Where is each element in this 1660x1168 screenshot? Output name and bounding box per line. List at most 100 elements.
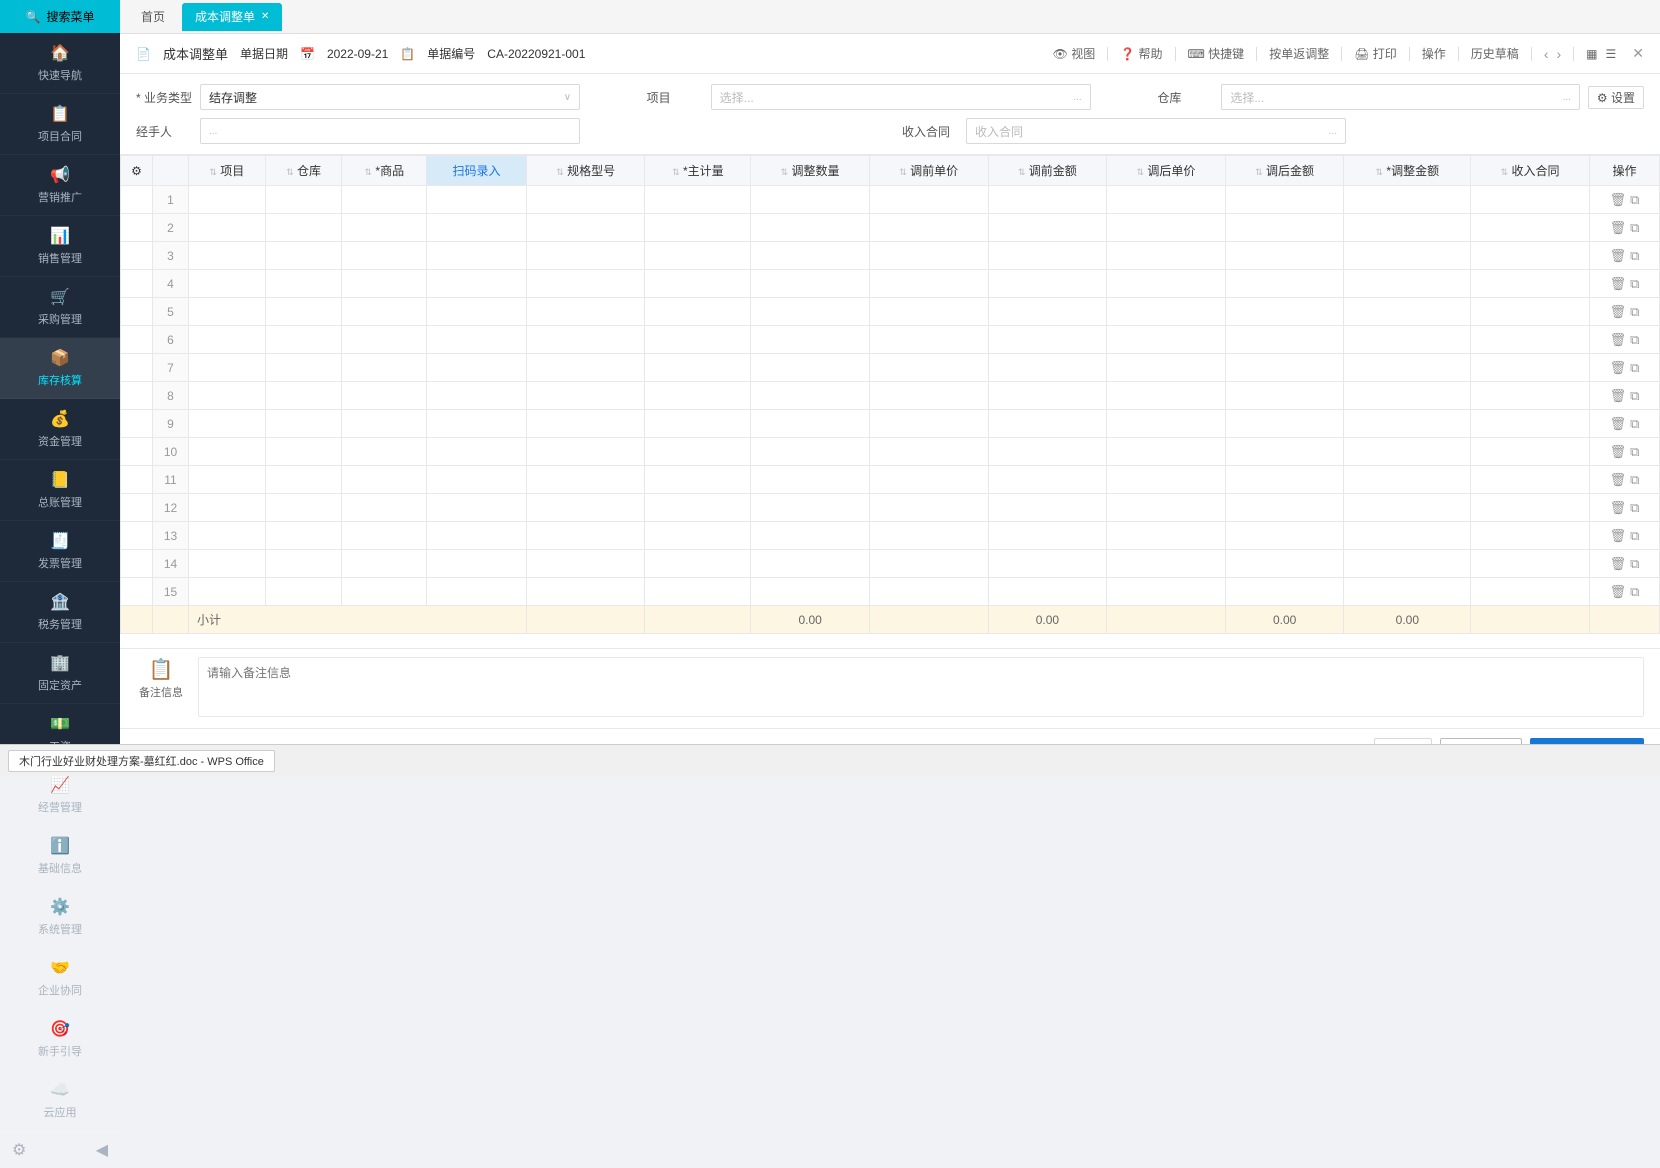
remark-icon-box[interactable]: 📋 备注信息 — [136, 657, 186, 700]
cell[interactable] — [988, 550, 1107, 578]
cell[interactable] — [427, 382, 527, 410]
cell[interactable] — [427, 522, 527, 550]
cell[interactable] — [265, 186, 342, 214]
sidebar-item-purchase-mgmt[interactable]: 🛒 采购管理 — [0, 277, 120, 338]
copy-icon[interactable]: ⧉ — [1630, 528, 1639, 544]
col-adj-amount[interactable]: ⇅ *调整金额 — [1344, 156, 1471, 186]
cell[interactable] — [265, 522, 342, 550]
sidebar-item-tax-mgmt[interactable]: 🏦 税务管理 — [0, 582, 120, 643]
copy-icon[interactable]: ⧉ — [1630, 360, 1639, 376]
copy-icon[interactable]: ⧉ — [1630, 388, 1639, 404]
delete-icon[interactable]: 🗑 — [1610, 388, 1627, 404]
cell[interactable] — [342, 494, 427, 522]
cell[interactable] — [869, 214, 988, 242]
cell[interactable] — [1471, 578, 1590, 606]
operations-btn[interactable]: 操作 — [1422, 45, 1446, 62]
cell[interactable] — [988, 242, 1107, 270]
cell[interactable] — [189, 270, 266, 298]
cell[interactable] — [1344, 382, 1471, 410]
cell[interactable] — [751, 438, 870, 466]
cell[interactable] — [265, 438, 342, 466]
cell[interactable] — [751, 578, 870, 606]
cell[interactable] — [526, 438, 645, 466]
cell[interactable] — [189, 214, 266, 242]
cell[interactable] — [427, 326, 527, 354]
delete-icon[interactable]: 🗑 — [1610, 248, 1627, 264]
cell[interactable] — [751, 494, 870, 522]
grid-view-btn[interactable]: ▦ — [1586, 47, 1597, 61]
cell[interactable] — [265, 242, 342, 270]
cell[interactable] — [645, 298, 751, 326]
cell[interactable] — [189, 326, 266, 354]
cell[interactable] — [645, 326, 751, 354]
cell[interactable] — [751, 382, 870, 410]
cell[interactable] — [751, 466, 870, 494]
sidebar-item-basic-info[interactable]: ℹ️ 基础信息 — [0, 826, 120, 887]
cell[interactable] — [189, 298, 266, 326]
cell[interactable] — [751, 186, 870, 214]
cell[interactable] — [189, 382, 266, 410]
cell[interactable] — [869, 578, 988, 606]
cell[interactable] — [1225, 242, 1344, 270]
collapse-icon[interactable]: ◀ — [96, 1140, 108, 1160]
cell[interactable] — [1225, 410, 1344, 438]
col-adj-qty[interactable]: ⇅ 调整数量 — [751, 156, 870, 186]
cell[interactable] — [869, 298, 988, 326]
cell[interactable] — [1225, 326, 1344, 354]
cell[interactable] — [751, 270, 870, 298]
cell[interactable] — [1344, 494, 1471, 522]
cell[interactable] — [265, 354, 342, 382]
cell[interactable] — [869, 382, 988, 410]
cell[interactable] — [1107, 550, 1226, 578]
cell[interactable] — [869, 270, 988, 298]
cell[interactable] — [1107, 466, 1226, 494]
cell[interactable] — [1107, 298, 1226, 326]
cell[interactable] — [1344, 326, 1471, 354]
cell[interactable] — [1107, 578, 1226, 606]
cell[interactable] — [645, 438, 751, 466]
cell[interactable] — [189, 438, 266, 466]
col-spec-type[interactable]: ⇅ 规格型号 — [526, 156, 645, 186]
tab-home[interactable]: 首页 — [128, 3, 178, 31]
cell[interactable] — [1344, 354, 1471, 382]
cell[interactable] — [342, 242, 427, 270]
cell[interactable] — [265, 410, 342, 438]
cell[interactable] — [526, 522, 645, 550]
cell[interactable] — [342, 270, 427, 298]
settings-button[interactable]: ⚙ 设置 — [1588, 86, 1644, 109]
nav-next-btn[interactable]: › — [1556, 46, 1561, 62]
cell[interactable] — [869, 242, 988, 270]
copy-icon[interactable]: ⧉ — [1630, 304, 1639, 320]
cell[interactable] — [342, 466, 427, 494]
remark-input[interactable] — [198, 657, 1644, 717]
cell[interactable] — [1471, 438, 1590, 466]
col-warehouse[interactable]: ⇅ 仓库 — [265, 156, 342, 186]
cell[interactable] — [427, 354, 527, 382]
sidebar-item-sales-promotion[interactable]: 📢 营销推广 — [0, 155, 120, 216]
sidebar-item-enterprise-coop[interactable]: 🤝 企业协同 — [0, 948, 120, 1009]
cell[interactable] — [1107, 382, 1226, 410]
cell[interactable] — [1225, 466, 1344, 494]
delete-icon[interactable]: 🗑 — [1610, 556, 1627, 572]
cell[interactable] — [1107, 494, 1226, 522]
cell[interactable] — [988, 298, 1107, 326]
cell[interactable] — [751, 410, 870, 438]
tab-cost-adjust[interactable]: 成本调整单 ✕ — [182, 3, 282, 31]
cell[interactable] — [526, 382, 645, 410]
cell[interactable] — [342, 382, 427, 410]
delete-icon[interactable]: 🗑 — [1610, 472, 1627, 488]
form-close-btn[interactable]: ✕ — [1632, 45, 1644, 62]
cell[interactable] — [751, 326, 870, 354]
cell[interactable] — [645, 354, 751, 382]
cell[interactable] — [526, 270, 645, 298]
cell[interactable] — [342, 326, 427, 354]
cell[interactable] — [189, 354, 266, 382]
cell[interactable] — [751, 214, 870, 242]
cell[interactable] — [869, 522, 988, 550]
cell[interactable] — [1225, 550, 1344, 578]
cell[interactable] — [1471, 214, 1590, 242]
cell[interactable] — [342, 550, 427, 578]
cell[interactable] — [427, 494, 527, 522]
col-project[interactable]: ⇅ 项目 — [189, 156, 266, 186]
cell[interactable] — [265, 382, 342, 410]
